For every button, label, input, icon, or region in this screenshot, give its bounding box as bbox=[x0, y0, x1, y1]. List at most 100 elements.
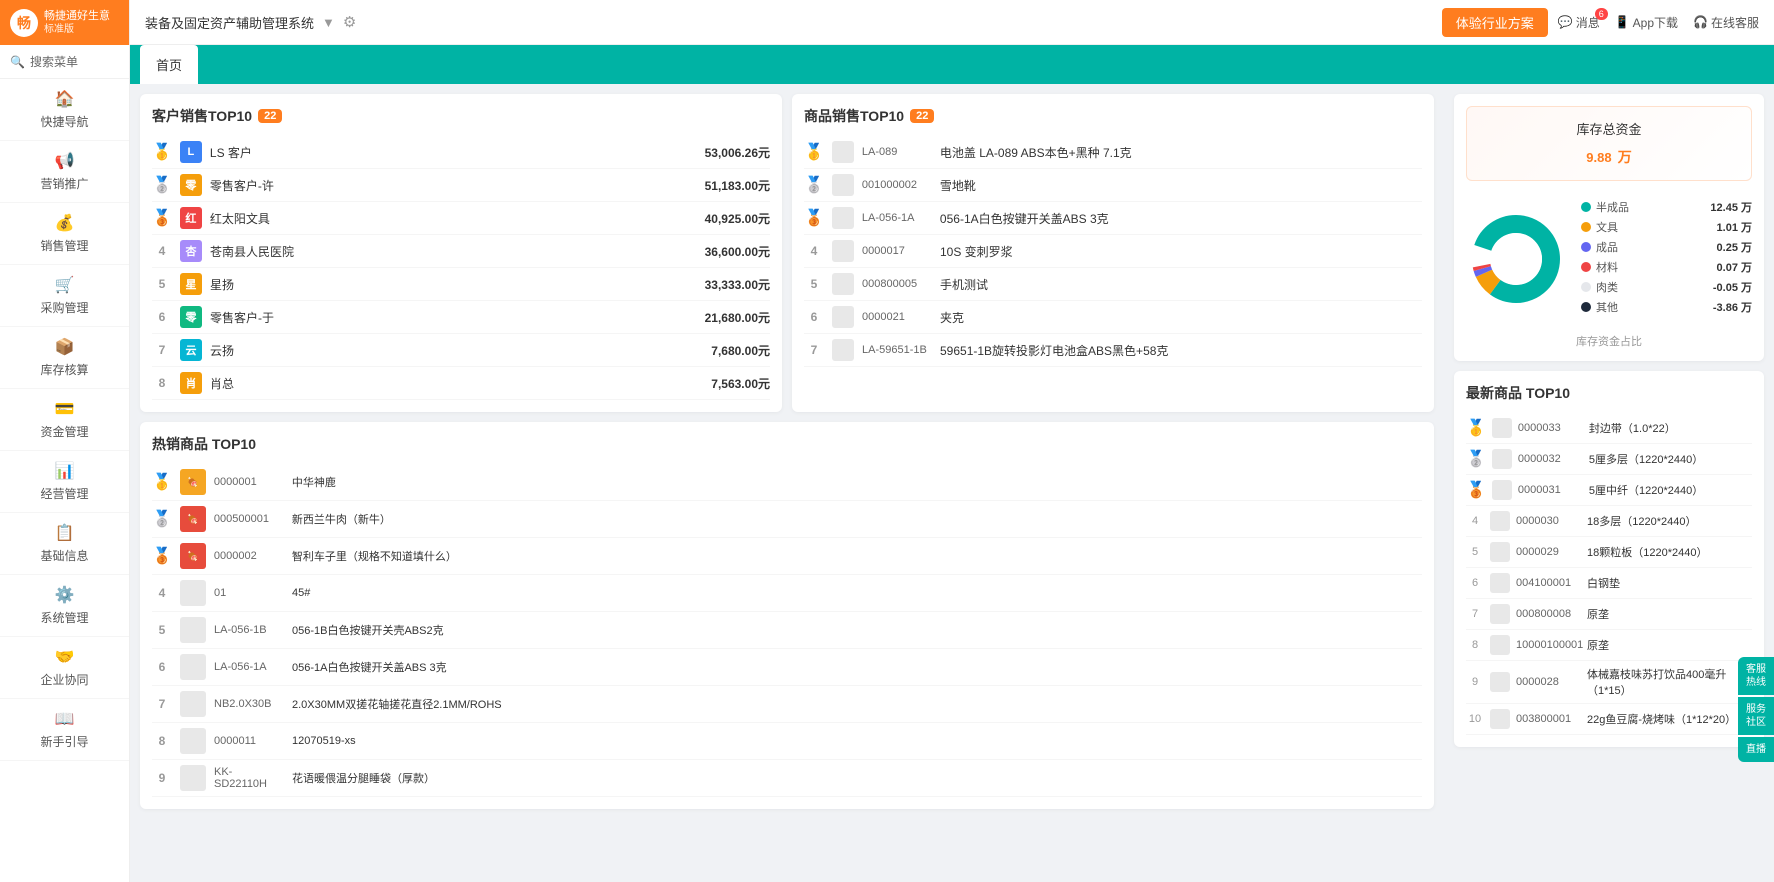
legend-item: 成品 0.25 万 bbox=[1581, 239, 1752, 255]
float-support: 客服热线服务社区直播 bbox=[1738, 657, 1774, 762]
table-row: 🥉 红 红太阳文具 40,925.00元 bbox=[152, 202, 770, 235]
customer-value: 51,183.00元 bbox=[705, 177, 770, 194]
sidebar-item-9[interactable]: 🤝 企业协同 bbox=[0, 637, 129, 699]
medal-silver: 🥈 bbox=[1466, 449, 1486, 469]
content-right: 库存总资金 9.88 万 bbox=[1444, 84, 1774, 882]
product-code: 000800005 bbox=[862, 278, 932, 290]
legend-value: -3.86 万 bbox=[1713, 299, 1752, 315]
message-action[interactable]: 💬 消息 6 bbox=[1558, 14, 1600, 31]
sidebar-item-8[interactable]: ⚙️ 系统管理 bbox=[0, 575, 129, 637]
list-item: 🥈 0000032 5厘多层（1220*2440） bbox=[1466, 444, 1752, 475]
legend-dot bbox=[1581, 242, 1591, 252]
legend-name: 文具 bbox=[1596, 219, 1712, 235]
product-icon bbox=[1490, 604, 1510, 624]
list-item: 🥇 🍖 0000001 中华神鹿 bbox=[152, 464, 1422, 501]
customer-name: 星扬 bbox=[210, 276, 697, 293]
rank-num: 7 bbox=[152, 343, 172, 357]
table-row: 4 0000017 10S 变刺罗浆 bbox=[804, 235, 1422, 268]
sidebar-item-1[interactable]: 📢 营销推广 bbox=[0, 141, 129, 203]
sidebar-item-2[interactable]: 💰 销售管理 bbox=[0, 203, 129, 265]
float-support-btn-1[interactable]: 服务社区 bbox=[1738, 697, 1774, 735]
product-name: 夹克 bbox=[940, 309, 1422, 326]
message-icon: 💬 bbox=[1558, 15, 1573, 29]
legend-value: 12.45 万 bbox=[1710, 199, 1752, 215]
medal-bronze: 🥉 bbox=[152, 208, 172, 228]
table-row: 🥈 001000002 雪地靴 bbox=[804, 169, 1422, 202]
product-thumbnail bbox=[180, 617, 206, 643]
product-name: 原垄 bbox=[1587, 606, 1752, 622]
product-top10-right-title: 商品销售TOP10 22 bbox=[804, 106, 1422, 126]
trial-btn[interactable]: 体验行业方案 bbox=[1442, 8, 1548, 37]
dropdown-icon[interactable]: ▼ bbox=[322, 15, 335, 30]
product-icon bbox=[832, 273, 854, 295]
list-item: 8 10000100001 原垄 bbox=[1466, 630, 1752, 661]
hot-products-card: 热销商品 TOP10 🥇 🍖 0000001 中华神鹿 🥈 🍖 00050000… bbox=[140, 422, 1434, 809]
customer-value: 7,680.00元 bbox=[711, 342, 770, 359]
product-icon bbox=[832, 207, 854, 229]
sidebar-item-6[interactable]: 📊 经营管理 bbox=[0, 451, 129, 513]
float-support-btn-2[interactable]: 直播 bbox=[1738, 737, 1774, 762]
content: 客户销售TOP10 22 🥇 L LS 客户 53,006.26元 🥈 零 零售… bbox=[130, 84, 1774, 882]
sidebar-item-5[interactable]: 💳 资金管理 bbox=[0, 389, 129, 451]
product-code: 0000021 bbox=[862, 311, 932, 323]
rank-num: 10 bbox=[1466, 713, 1484, 725]
product-top10-right-card: 商品销售TOP10 22 🥇 LA-089 电池盖 LA-089 ABS本色+黑… bbox=[792, 94, 1434, 412]
medal-silver: 🥈 bbox=[152, 509, 172, 529]
sidebar-item-0[interactable]: 🏠 快捷导航 bbox=[0, 79, 129, 141]
customer-icon: 杏 bbox=[180, 240, 202, 262]
product-code: NB2.0X30B bbox=[214, 698, 284, 710]
rank-num: 6 bbox=[152, 310, 172, 324]
legend-item: 肉类 -0.05 万 bbox=[1581, 279, 1752, 295]
product-code: KK-SD22110H bbox=[214, 766, 284, 790]
sidebar-item-4[interactable]: 📦 库存核算 bbox=[0, 327, 129, 389]
inventory-card: 库存总资金 9.88 万 bbox=[1454, 94, 1764, 361]
customer-value: 21,680.00元 bbox=[705, 309, 770, 326]
product-code: 001000002 bbox=[862, 179, 932, 191]
product-code: 0000001 bbox=[214, 476, 284, 488]
product-icon bbox=[1490, 511, 1510, 531]
rank-num: 5 bbox=[152, 277, 172, 291]
donut-container: 半成品 12.45 万 文具 1.01 万 成品 0.25 万 材料 0.07 … bbox=[1466, 189, 1752, 329]
product-icon bbox=[1490, 709, 1510, 729]
medal-bronze: 🥉 bbox=[804, 208, 824, 228]
tab-home[interactable]: 首页 bbox=[140, 45, 198, 84]
customer-value: 40,925.00元 bbox=[705, 210, 770, 227]
product-name: 18颗粒板（1220*2440） bbox=[1587, 544, 1752, 560]
product-icon bbox=[1492, 449, 1512, 469]
product-code: LA-056-1B bbox=[214, 624, 284, 636]
product-name: 花语暖偎温分腿睡袋（厚款） bbox=[292, 770, 1422, 786]
online-service-action[interactable]: 🎧 在线客服 bbox=[1693, 14, 1759, 31]
sidebar-item-10[interactable]: 📖 新手引导 bbox=[0, 699, 129, 761]
product-name: 056-1A白色按键开关盖ABS 3克 bbox=[292, 659, 1422, 675]
product-code: LA-59651-1B bbox=[862, 344, 932, 356]
list-item: 🥈 🍖 000500001 新西兰牛肉（新牛） bbox=[152, 501, 1422, 538]
sidebar-item-7[interactable]: 📋 基础信息 bbox=[0, 513, 129, 575]
product-code: 003800001 bbox=[1516, 713, 1581, 725]
sidebar-search[interactable]: 🔍 搜索菜单 bbox=[0, 45, 129, 79]
top-section: 客户销售TOP10 22 🥇 L LS 客户 53,006.26元 🥈 零 零售… bbox=[140, 94, 1434, 412]
product-icon bbox=[1490, 635, 1510, 655]
sidebar-icon-9: 🤝 bbox=[55, 647, 75, 667]
medal-gold: 🥇 bbox=[1466, 418, 1486, 438]
hot-products-title: 热销商品 TOP10 bbox=[152, 434, 1422, 454]
float-support-btn-0[interactable]: 客服热线 bbox=[1738, 657, 1774, 695]
sidebar-item-3[interactable]: 🛒 采购管理 bbox=[0, 265, 129, 327]
rank-num: 8 bbox=[152, 734, 172, 748]
app-download-action[interactable]: 📱 App下载 bbox=[1615, 14, 1678, 31]
medal-silver: 🥈 bbox=[804, 175, 824, 195]
product-icon bbox=[1492, 480, 1512, 500]
product-name: 手机测试 bbox=[940, 276, 1422, 293]
inventory-header: 库存总资金 9.88 万 bbox=[1466, 106, 1752, 181]
product-name: 新西兰牛肉（新牛） bbox=[292, 511, 1422, 527]
legend-value: 0.25 万 bbox=[1717, 239, 1752, 255]
product-name: 056-1B白色按键开关壳ABS2克 bbox=[292, 622, 1422, 638]
customer-value: 33,333.00元 bbox=[705, 276, 770, 293]
product-thumbnail bbox=[180, 691, 206, 717]
product-name: 雪地靴 bbox=[940, 177, 1422, 194]
medal-gold: 🥇 bbox=[152, 472, 172, 492]
settings-icon[interactable]: ⚙ bbox=[343, 13, 356, 31]
product-icon bbox=[832, 174, 854, 196]
rank-num: 4 bbox=[1466, 515, 1484, 527]
list-item: 9 KK-SD22110H 花语暖偎温分腿睡袋（厚款） bbox=[152, 760, 1422, 797]
product-name: 电池盖 LA-089 ABS本色+黑种 7.1克 bbox=[940, 144, 1422, 161]
